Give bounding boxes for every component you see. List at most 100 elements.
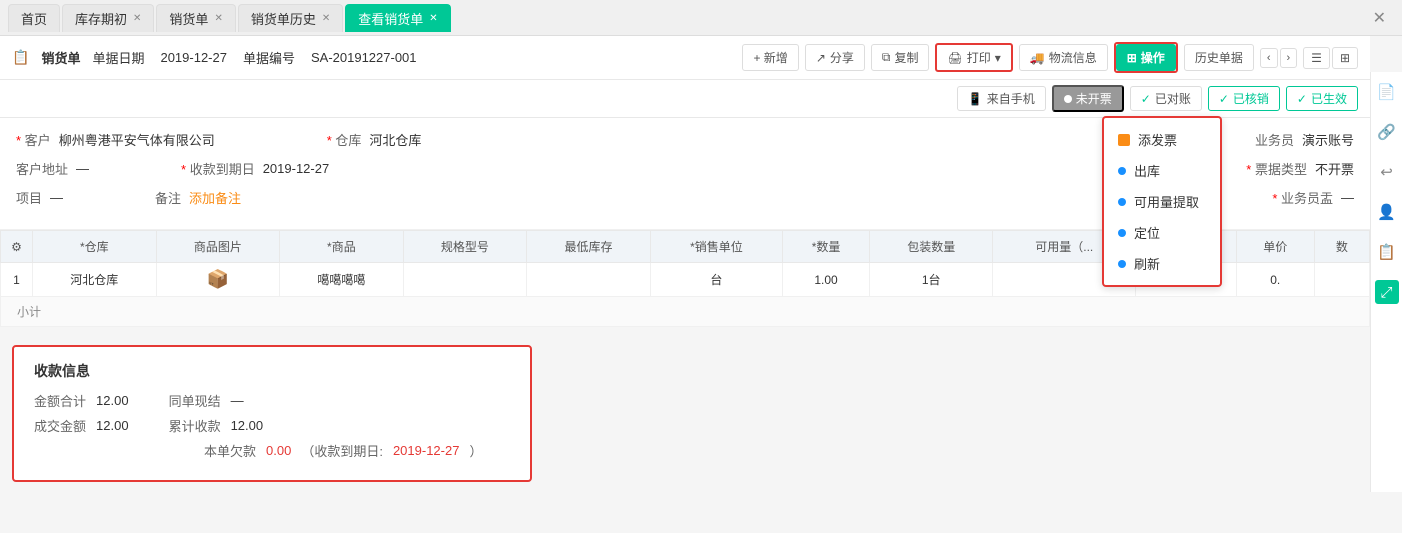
sold-icon: ✓ xyxy=(1219,92,1229,106)
project-field: 项目 — xyxy=(16,188,63,207)
cumulative-value: 12.00 xyxy=(231,418,264,433)
date-value: 2019-12-27 xyxy=(160,50,227,65)
doc-title: 销货单 xyxy=(41,48,80,67)
warehouse-label: 仓库 xyxy=(327,130,362,149)
dropdown-item-invoice[interactable]: 添发票 xyxy=(1104,124,1220,155)
next-button[interactable]: › xyxy=(1280,48,1298,68)
list-view-button[interactable]: ☰ xyxy=(1303,47,1330,69)
same-order-field: 同单现结 — xyxy=(169,391,244,410)
tab-view-sales-close[interactable]: ✕ xyxy=(429,13,437,24)
history-label: 历史单据 xyxy=(1195,49,1243,66)
row-spec xyxy=(403,263,527,297)
print-button[interactable]: 🖨 打印 ▾ xyxy=(937,45,1010,70)
dropdown-item-locate[interactable]: 定位 xyxy=(1104,217,1220,248)
row-image: 📦 xyxy=(156,263,280,297)
row-qty: 1.00 xyxy=(783,263,870,297)
phone-button[interactable]: 📱 来自手机 xyxy=(957,86,1046,111)
notopen-button[interactable]: 未开票 xyxy=(1052,85,1124,112)
dropdown-item-outbound[interactable]: 出库 xyxy=(1104,155,1220,186)
tab-view-sales[interactable]: 查看销货单 ✕ xyxy=(345,4,450,32)
due-value: 2019-12-27 xyxy=(393,443,460,458)
col-warehouse: *仓库 xyxy=(33,231,157,263)
share-label: 分享 xyxy=(830,49,854,66)
number-label: 单据编号 xyxy=(243,48,295,67)
col-qty: *数量 xyxy=(783,231,870,263)
outbound-dot-icon xyxy=(1118,167,1126,175)
available-label: 可用量提取 xyxy=(1134,192,1199,211)
date-label: 单据日期 xyxy=(92,48,144,67)
subtotal-row: 小计 xyxy=(1,297,1370,327)
operate-button[interactable]: ⊞ 操作 xyxy=(1116,44,1176,71)
salesman2-value: — xyxy=(1341,190,1354,205)
paydue-value: 2019-12-27 xyxy=(263,161,330,176)
tab-sales[interactable]: 销货单 ✕ xyxy=(156,4,235,32)
sold-button[interactable]: ✓ 已核销 xyxy=(1208,86,1280,111)
sidebar-list-icon[interactable]: 📋 xyxy=(1375,240,1399,264)
row-unit: 台 xyxy=(650,263,782,297)
col-image: 商品图片 xyxy=(156,231,280,263)
check-icon: ✓ xyxy=(1141,92,1151,106)
sidebar-user-icon[interactable]: 👤 xyxy=(1375,200,1399,224)
print-button-highlight: 🖨 打印 ▾ xyxy=(935,43,1012,72)
col-gear[interactable]: ⚙ xyxy=(1,231,33,263)
tab-home[interactable]: 首页 xyxy=(8,4,60,32)
sidebar-doc-icon[interactable]: 📄 xyxy=(1375,80,1399,104)
transaction-value: 12.00 xyxy=(96,418,129,433)
due-label: （收款到期日: xyxy=(301,441,383,460)
customer-value: 柳州粤港平安气体有限公司 xyxy=(59,130,215,149)
logistics-button[interactable]: 🚚 物流信息 xyxy=(1019,44,1108,71)
grid-view-button[interactable]: ⊞ xyxy=(1332,47,1358,69)
tab-inventory-label: 库存期初 xyxy=(75,9,127,28)
col-price: 单价 xyxy=(1236,231,1314,263)
paydue-field: 收款到期日 2019-12-27 xyxy=(181,159,329,178)
tab-history[interactable]: 销货单历史 ✕ xyxy=(238,4,343,32)
dropdown-item-available[interactable]: 可用量提取 xyxy=(1104,186,1220,217)
history-button[interactable]: 历史单据 xyxy=(1184,44,1254,71)
sidebar-return-icon[interactable]: ↩ xyxy=(1375,160,1399,184)
prev-button[interactable]: ‹ xyxy=(1260,48,1278,68)
payment-row-3: 本单欠款 0.00 （收款到期日: 2019-12-27 ） xyxy=(34,441,510,460)
tab-history-close[interactable]: ✕ xyxy=(322,13,330,24)
tab-inventory[interactable]: 库存期初 ✕ xyxy=(62,4,154,32)
refresh-label: 刷新 xyxy=(1134,254,1160,273)
row-min-stock xyxy=(527,263,651,297)
row-pack-qty: 1台 xyxy=(869,263,993,297)
customer-label: 客户 xyxy=(16,130,51,149)
effect-icon: ✓ xyxy=(1297,92,1307,106)
salesman-label: 业务员 xyxy=(1255,130,1294,149)
cumulative-field: 累计收款 12.00 xyxy=(169,416,264,435)
paydue-label: 收款到期日 xyxy=(181,159,255,178)
effect-button[interactable]: ✓ 已生效 xyxy=(1286,86,1358,111)
row-index: 1 xyxy=(1,263,33,297)
phone-icon: 📱 xyxy=(968,92,983,106)
operate-grid-icon: ⊞ xyxy=(1127,51,1137,65)
remark-add-button[interactable]: 添加备注 xyxy=(189,188,241,207)
tab-inventory-close[interactable]: ✕ xyxy=(133,13,141,24)
tab-sales-close[interactable]: ✕ xyxy=(214,13,222,24)
share-button[interactable]: ↗ 分享 xyxy=(805,44,865,71)
owe-label: 本单欠款 xyxy=(204,441,256,460)
owe-field: 本单欠款 0.00 （收款到期日: 2019-12-27 ） xyxy=(204,441,482,460)
logistics-icon: 🚚 xyxy=(1030,51,1045,65)
copy-button[interactable]: ⧉ 复制 xyxy=(871,44,930,71)
total-field: 金额合计 12.00 xyxy=(34,391,129,410)
check-button[interactable]: ✓ 已对账 xyxy=(1130,86,1202,111)
col-spec: 规格型号 xyxy=(403,231,527,263)
notopen-label: 未开票 xyxy=(1076,90,1112,107)
sidebar-expand-icon[interactable]: ⤢ xyxy=(1375,280,1399,304)
ticket-label: 票据类型 xyxy=(1246,159,1307,178)
salesman2-field: 业务员盂 — xyxy=(1272,188,1354,207)
effect-label: 已生效 xyxy=(1311,90,1347,107)
payment-box: 收款信息 金额合计 12.00 同单现结 — 成交金额 xyxy=(12,345,532,482)
operate-dropdown: 添发票 出库 可用量提取 定位 刷新 xyxy=(1102,116,1222,287)
payment-row-1: 金额合计 12.00 同单现结 — xyxy=(34,391,510,410)
invoice-icon xyxy=(1118,134,1130,146)
window-close-button[interactable]: ✕ xyxy=(1365,8,1394,28)
new-button[interactable]: + 新增 xyxy=(742,44,798,71)
copy-icon: ⧉ xyxy=(882,50,891,65)
remark-field: 备注 添加备注 xyxy=(155,188,241,207)
right-sidebar: 📄 🔗 ↩ 👤 📋 ⤢ xyxy=(1370,72,1402,492)
dropdown-item-refresh[interactable]: 刷新 xyxy=(1104,248,1220,279)
sidebar-link-icon[interactable]: 🔗 xyxy=(1375,120,1399,144)
salesman-field: 业务员 演示账号 xyxy=(1255,130,1354,149)
